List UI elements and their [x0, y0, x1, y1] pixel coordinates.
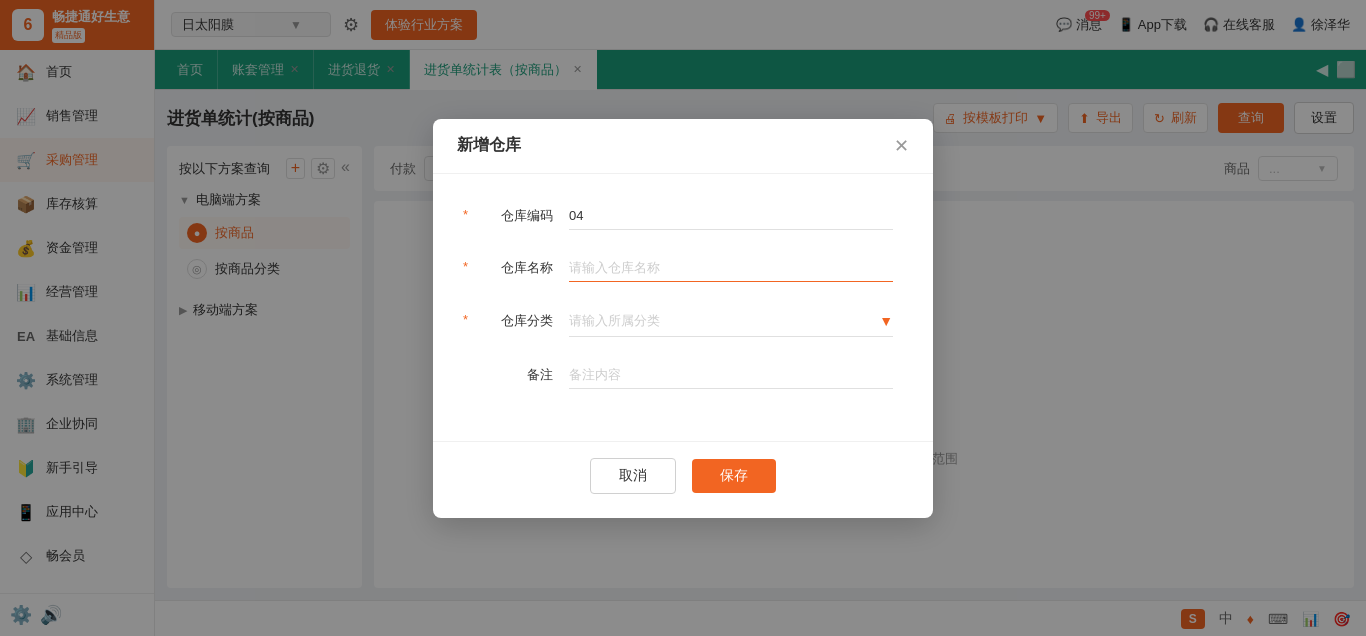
- form-row-name: 仓库名称: [473, 254, 893, 282]
- form-row-category: 仓库分类 请输入所属分类 ▼: [473, 306, 893, 337]
- dialog-header: 新增仓库 ✕: [433, 119, 933, 174]
- dialog-overlay: 新增仓库 ✕ 仓库编码 仓库名称 仓库分类 请输入所属分类 ▼: [0, 0, 1366, 636]
- code-label: 仓库编码: [473, 207, 553, 225]
- remark-input[interactable]: [569, 361, 893, 389]
- name-input[interactable]: [569, 254, 893, 282]
- category-arrow-icon: ▼: [879, 313, 893, 329]
- category-label: 仓库分类: [473, 312, 553, 330]
- save-button[interactable]: 保存: [692, 459, 776, 493]
- dialog-close-button[interactable]: ✕: [894, 135, 909, 157]
- category-select[interactable]: 请输入所属分类 ▼: [569, 306, 893, 337]
- name-label: 仓库名称: [473, 259, 553, 277]
- dialog-footer: 取消 保存: [433, 442, 933, 518]
- code-input[interactable]: [569, 202, 893, 230]
- form-row-remark: 备注: [473, 361, 893, 389]
- dialog: 新增仓库 ✕ 仓库编码 仓库名称 仓库分类 请输入所属分类 ▼: [433, 119, 933, 518]
- remark-label: 备注: [473, 366, 553, 384]
- form-row-code: 仓库编码: [473, 202, 893, 230]
- category-placeholder: 请输入所属分类: [569, 312, 660, 330]
- cancel-button[interactable]: 取消: [590, 458, 676, 494]
- dialog-title: 新增仓库: [457, 135, 521, 156]
- dialog-body: 仓库编码 仓库名称 仓库分类 请输入所属分类 ▼ 备注: [433, 174, 933, 441]
